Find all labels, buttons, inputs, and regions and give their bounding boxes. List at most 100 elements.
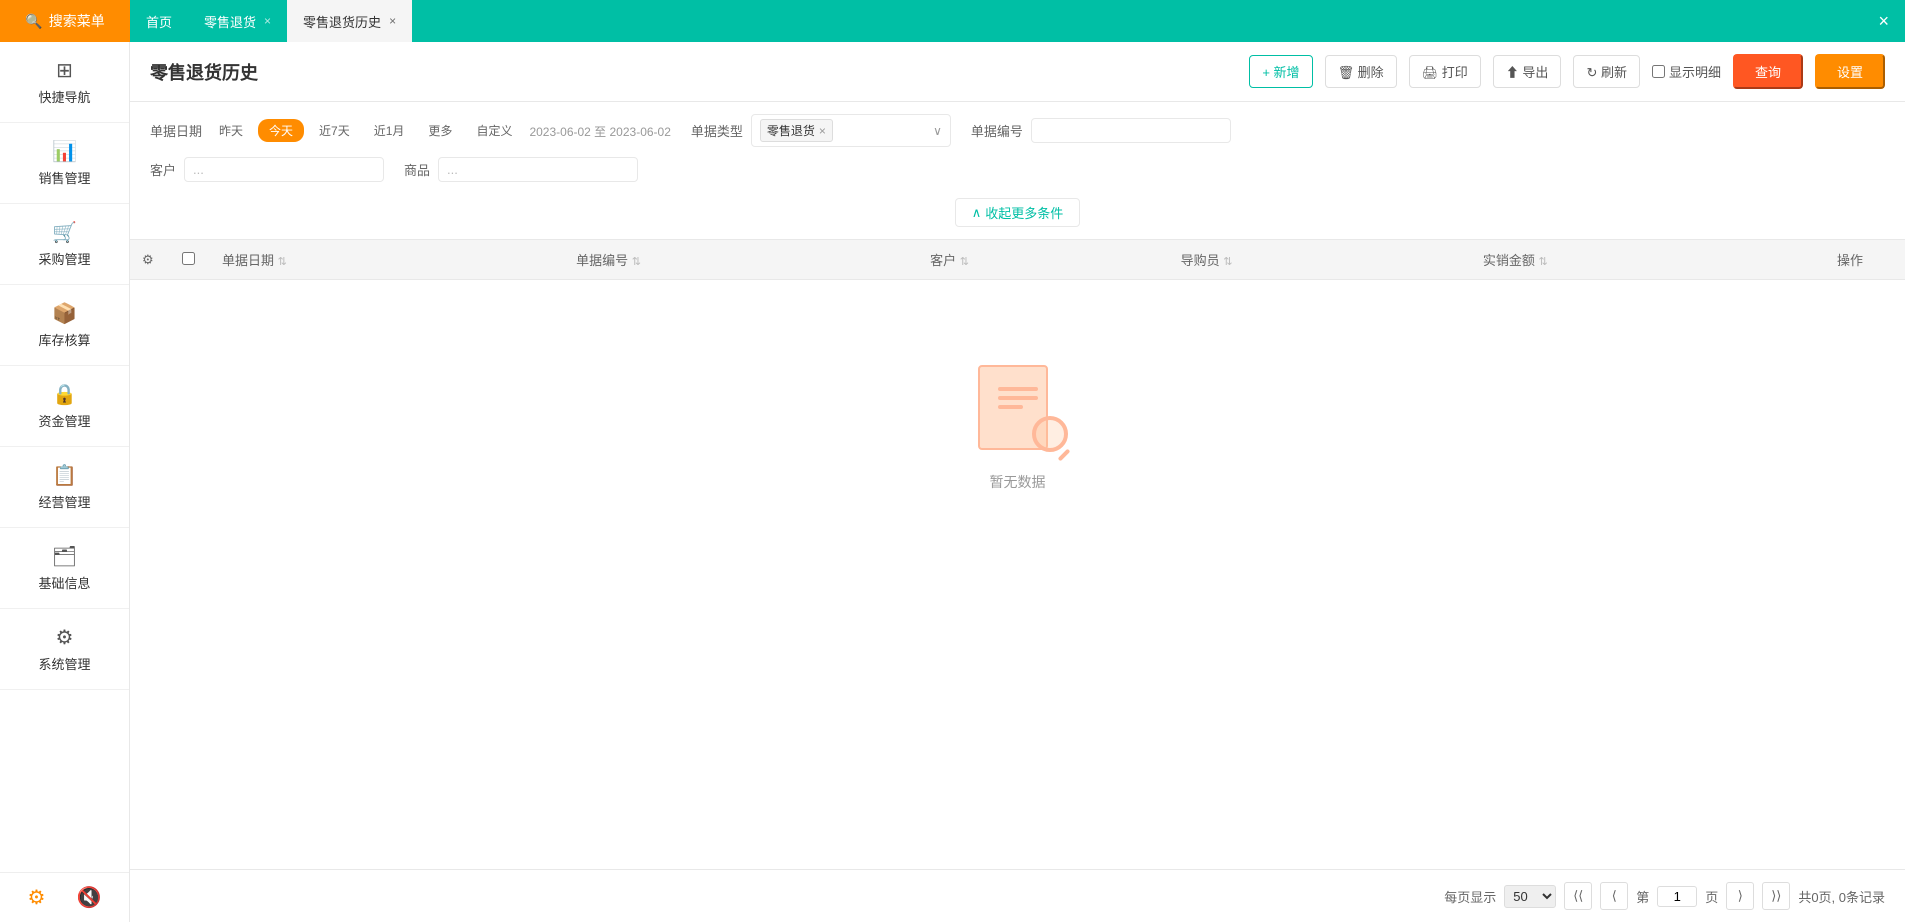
sidebar-item-ops-mgmt[interactable]: 📋 经营管理 <box>0 447 129 528</box>
main-wrapper: ⊞ 快捷导航 📊 销售管理 🛒 采购管理 📦 库存核算 🔒 资金管理 📋 经营管… <box>0 42 1905 922</box>
tab-home-label: 首页 <box>146 12 172 31</box>
collapse-row: ∧ 收起更多条件 <box>150 192 1885 227</box>
sidebar-item-quick-nav[interactable]: ⊞ 快捷导航 <box>0 42 129 123</box>
doc-line-3 <box>998 405 1023 409</box>
purchase-mgmt-icon: 🛒 <box>52 220 77 245</box>
col-doc-date-label: 单据日期 <box>222 253 274 268</box>
quick-nav-icon: ⊞ <box>56 58 73 83</box>
col-guide[interactable]: 导购员 ⇅ <box>1169 240 1471 280</box>
col-customer-label: 客户 <box>930 253 956 268</box>
doc-type-select[interactable]: 零售退货 × ∨ <box>751 114 951 147</box>
col-amount-sort: ⇅ <box>1539 256 1548 268</box>
date-filters: 昨天 今天 近7天 近1月 更多 自定义 <box>210 119 521 142</box>
sidebar-item-sys-mgmt-label: 系统管理 <box>38 654 90 673</box>
col-settings[interactable]: ⚙ <box>130 240 170 280</box>
col-amount-label: 实销金额 <box>1483 253 1535 268</box>
select-all-checkbox[interactable] <box>182 252 195 265</box>
date-btn-yesterday[interactable]: 昨天 <box>210 119 252 142</box>
sales-mgmt-icon: 📊 <box>52 139 77 164</box>
delete-button[interactable]: 🗑 删除 <box>1325 55 1397 88</box>
header-actions: + 新增 🗑 删除 🖨 打印 ⬆ 导出 ↻ 刷新 显示明细 查询 设置 <box>1249 54 1885 89</box>
finance-mgmt-icon: 🔒 <box>52 382 77 407</box>
show-detail-text: 显示明细 <box>1669 62 1721 81</box>
filter-doc-number-item: 单据编号 <box>971 118 1231 143</box>
magnifier-icon <box>1032 416 1068 452</box>
filter-row-1: 单据日期 昨天 今天 近7天 近1月 更多 自定义 2023-06-02 至 2… <box>150 114 1885 147</box>
date-btn-custom[interactable]: 自定义 <box>467 119 521 142</box>
new-button[interactable]: + 新增 <box>1249 55 1312 88</box>
search-menu-btn[interactable]: 🔍 搜索菜单 <box>0 0 130 42</box>
empty-state: 暂无数据 <box>130 280 1905 572</box>
settings-icon[interactable]: ⚙ <box>28 885 46 910</box>
sidebar-item-finance-mgmt[interactable]: 🔒 资金管理 <box>0 366 129 447</box>
date-btn-today[interactable]: 今天 <box>258 119 304 142</box>
filter-area: 单据日期 昨天 今天 近7天 近1月 更多 自定义 2023-06-02 至 2… <box>130 102 1905 240</box>
date-btn-last7[interactable]: 近7天 <box>310 119 359 142</box>
data-table: ⚙ 单据日期 ⇅ 单据编号 ⇅ 客户 <box>130 240 1905 572</box>
tab-retail-return-history-close[interactable]: × <box>389 14 396 28</box>
doc-line-2 <box>998 396 1038 400</box>
sidebar-item-ops-mgmt-label: 经营管理 <box>38 492 90 511</box>
inventory-icon: 📦 <box>52 301 77 326</box>
col-doc-number[interactable]: 单据编号 ⇅ <box>564 240 918 280</box>
date-btn-last1m[interactable]: 近1月 <box>365 119 414 142</box>
col-doc-date-sort: ⇅ <box>278 256 287 268</box>
tab-retail-return[interactable]: 零售退货 × <box>188 0 287 42</box>
collapse-icon: ∧ <box>972 205 982 221</box>
sidebar-item-basic-info[interactable]: 🗂 基础信息 <box>0 528 129 609</box>
tab-retail-return-close[interactable]: × <box>264 14 271 28</box>
sidebar-item-purchase-mgmt[interactable]: 🛒 采购管理 <box>0 204 129 285</box>
col-amount[interactable]: 实销金额 ⇅ <box>1471 240 1825 280</box>
mute-icon[interactable]: 🔇 <box>77 885 102 910</box>
goods-input[interactable] <box>438 157 638 182</box>
settings-button[interactable]: 设置 <box>1815 54 1885 89</box>
doc-line-1 <box>998 387 1038 391</box>
tab-home[interactable]: 首页 <box>130 0 188 42</box>
page-label: 第 <box>1636 887 1649 906</box>
date-btn-more[interactable]: 更多 <box>419 119 461 142</box>
col-doc-number-label: 单据编号 <box>576 253 628 268</box>
col-action-label: 操作 <box>1837 253 1863 268</box>
col-customer[interactable]: 客户 ⇅ <box>918 240 1168 280</box>
sidebar-item-basic-info-label: 基础信息 <box>38 573 90 592</box>
page-header: 零售退货历史 + 新增 🗑 删除 🖨 打印 ⬆ 导出 ↻ 刷新 显示明细 查询 … <box>130 42 1905 102</box>
customer-input[interactable] <box>184 157 384 182</box>
print-button[interactable]: 🖨 打印 <box>1409 55 1481 88</box>
window-close-btn[interactable]: × <box>1878 11 1905 32</box>
tab-retail-return-history[interactable]: 零售退货历史 × <box>287 0 412 42</box>
show-detail-label: 显示明细 <box>1652 62 1721 81</box>
filter-goods-item: 商品 <box>404 157 638 182</box>
sidebar-item-finance-mgmt-label: 资金管理 <box>38 411 90 430</box>
sidebar-item-sys-mgmt[interactable]: ⚙ 系统管理 <box>0 609 129 690</box>
sidebar-item-inventory[interactable]: 📦 库存核算 <box>0 285 129 366</box>
sidebar-item-quick-nav-label: 快捷导航 <box>38 87 90 106</box>
doc-type-tag-close[interactable]: × <box>819 124 826 138</box>
tab-list: 首页 零售退货 × 零售退货历史 × <box>130 0 1878 42</box>
show-detail-checkbox[interactable] <box>1652 65 1665 78</box>
doc-number-input[interactable] <box>1031 118 1231 143</box>
doc-type-label: 单据类型 <box>691 121 743 140</box>
page-first-btn[interactable]: ⟨⟨ <box>1564 882 1592 910</box>
page-number-input[interactable] <box>1657 886 1697 907</box>
empty-illustration <box>968 360 1068 460</box>
collapse-button[interactable]: ∧ 收起更多条件 <box>955 198 1081 227</box>
total-info: 共0页, 0条记录 <box>1798 887 1885 906</box>
page-prev-btn[interactable]: ⟨ <box>1600 882 1628 910</box>
page-next-btn[interactable]: ⟩ <box>1726 882 1754 910</box>
sidebar-item-inventory-label: 库存核算 <box>38 330 90 349</box>
page-last-btn[interactable]: ⟩⟩ <box>1762 882 1790 910</box>
page-size-select[interactable]: 50 10 20 100 <box>1504 885 1556 908</box>
basic-info-icon: 🗂 <box>52 544 77 569</box>
col-guide-sort: ⇅ <box>1223 256 1232 268</box>
query-button[interactable]: 查询 <box>1733 54 1803 89</box>
col-checkbox <box>170 240 210 280</box>
refresh-button[interactable]: ↻ 刷新 <box>1573 55 1640 88</box>
sidebar-footer: ⚙ 🔇 <box>0 872 129 922</box>
search-icon: 🔍 <box>25 13 42 30</box>
filter-date-item: 单据日期 昨天 今天 近7天 近1月 更多 自定义 2023-06-02 至 2… <box>150 119 671 142</box>
sidebar-item-sales-mgmt-label: 销售管理 <box>38 168 90 187</box>
sidebar-item-sales-mgmt[interactable]: 📊 销售管理 <box>0 123 129 204</box>
export-button[interactable]: ⬆ 导出 <box>1493 55 1562 88</box>
ops-mgmt-icon: 📋 <box>52 463 77 488</box>
col-doc-date[interactable]: 单据日期 ⇅ <box>210 240 564 280</box>
